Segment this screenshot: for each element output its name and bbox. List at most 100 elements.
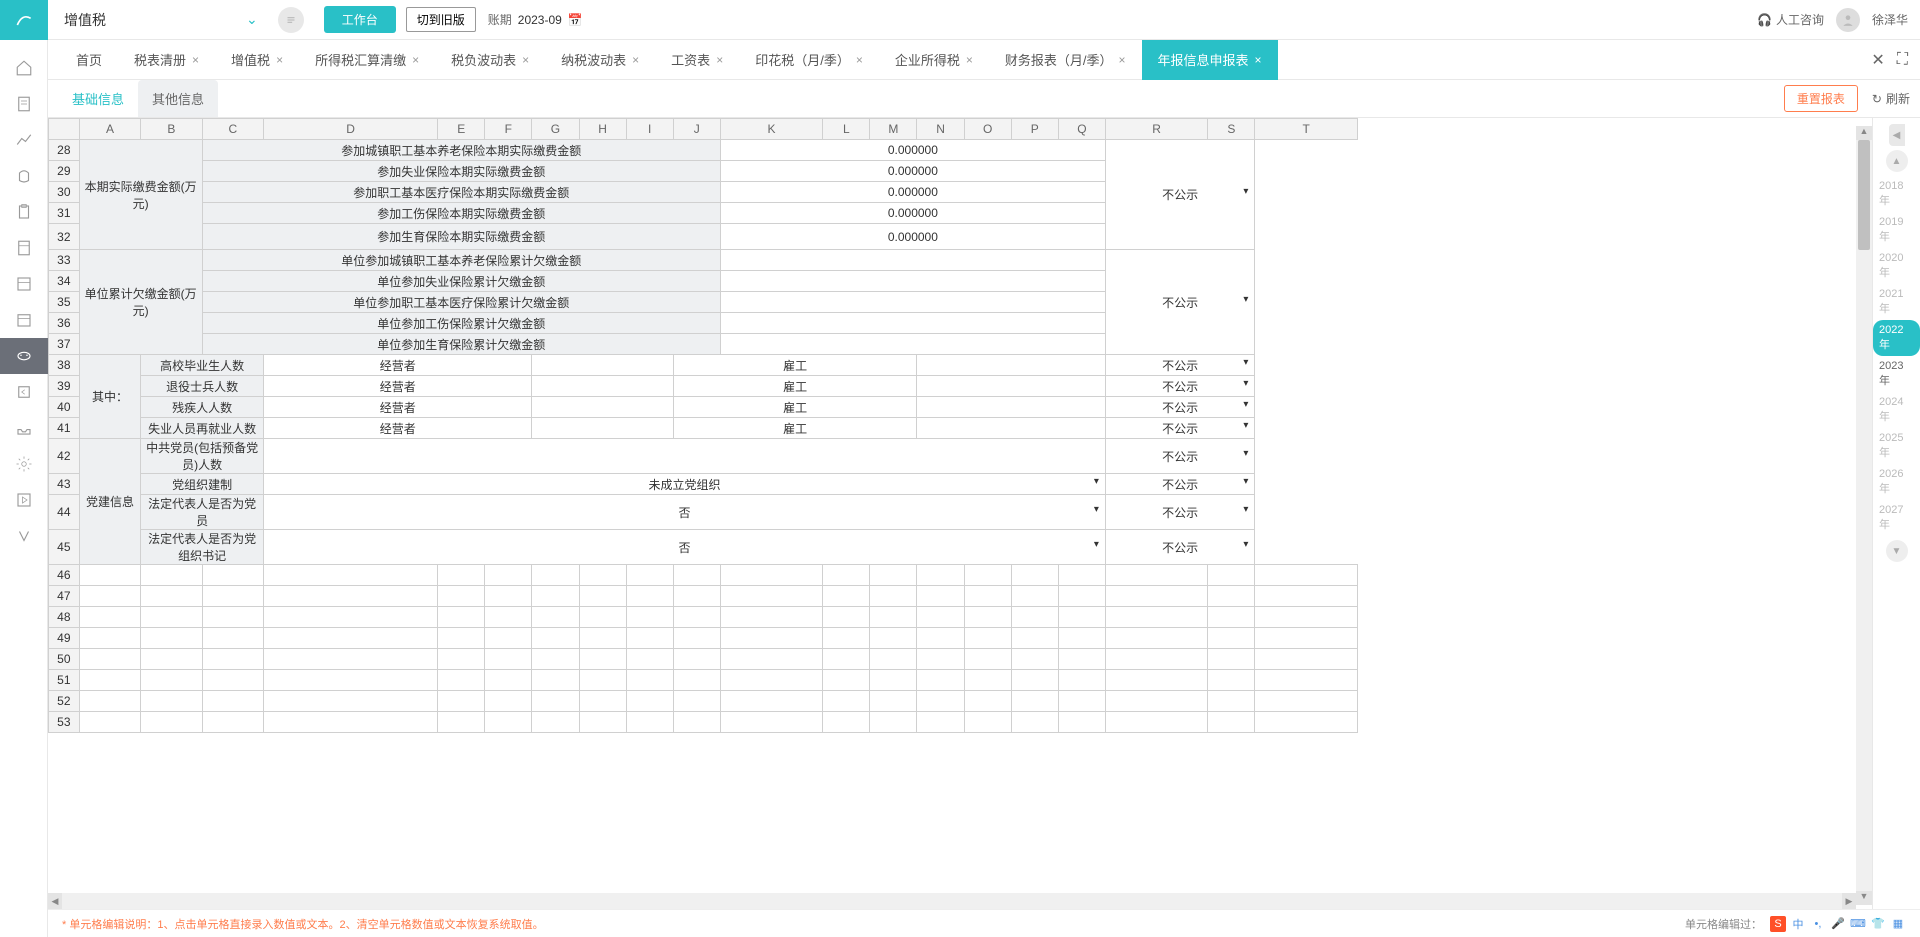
cell[interactable]	[823, 607, 870, 628]
cell[interactable]	[870, 670, 917, 691]
year-item[interactable]: 2018年	[1873, 176, 1920, 212]
year-down-icon[interactable]: ▼	[1886, 540, 1908, 562]
cell[interactable]: 51	[49, 670, 80, 691]
tab-tax-list[interactable]: 税表清册×	[118, 40, 215, 80]
cell[interactable]	[1105, 670, 1207, 691]
switch-version-button[interactable]: 切到旧版	[406, 7, 476, 32]
consult-button[interactable]: 🎧 人工咨询	[1757, 11, 1824, 28]
cell[interactable]	[532, 691, 579, 712]
cell[interactable]: 不公示	[1105, 418, 1255, 439]
cell[interactable]: 单位参加工伤保险累计欠缴金额	[202, 313, 720, 334]
col-header[interactable]: G	[532, 119, 579, 140]
cell[interactable]: 本期实际缴费金额(万元)	[79, 140, 202, 250]
cell[interactable]	[673, 565, 720, 586]
nav-doc-icon[interactable]	[0, 86, 48, 122]
tab-close-icon[interactable]: ×	[632, 53, 639, 67]
scroll-right-icon[interactable]: ▶	[1842, 893, 1856, 909]
cell[interactable]	[917, 565, 964, 586]
nav-active-icon[interactable]	[0, 338, 48, 374]
cell[interactable]	[1255, 565, 1358, 586]
tab-pay-fluctuation[interactable]: 纳税波动表×	[545, 40, 655, 80]
cell[interactable]	[1208, 712, 1255, 733]
cell[interactable]: 经营者	[264, 376, 532, 397]
cell[interactable]: 不公示	[1105, 250, 1255, 355]
cell[interactable]: 雇工	[673, 418, 917, 439]
cell[interactable]	[485, 586, 532, 607]
cell[interactable]	[870, 586, 917, 607]
cell[interactable]: 42	[49, 439, 80, 474]
subtab-other-info[interactable]: 其他信息	[138, 80, 218, 117]
cell[interactable]	[823, 670, 870, 691]
nav-clipboard-icon[interactable]	[0, 194, 48, 230]
tab-home[interactable]: 首页	[60, 40, 118, 80]
cell[interactable]	[532, 397, 673, 418]
cell[interactable]	[202, 628, 263, 649]
cell[interactable]	[202, 691, 263, 712]
cell[interactable]	[917, 649, 964, 670]
cell[interactable]: 单位参加失业保险累计欠缴金额	[202, 271, 720, 292]
cell[interactable]	[917, 607, 964, 628]
scroll-left-icon[interactable]: ◀	[48, 893, 62, 909]
cell[interactable]	[720, 292, 1105, 313]
cell[interactable]	[141, 691, 202, 712]
cell[interactable]	[1011, 565, 1058, 586]
col-header[interactable]: R	[1105, 119, 1207, 140]
year-up-icon[interactable]: ▲	[1886, 150, 1908, 172]
year-item[interactable]: 2020年	[1873, 248, 1920, 284]
cell[interactable]	[964, 628, 1011, 649]
cell[interactable]: 参加生育保险本期实际缴费金额	[202, 224, 720, 250]
title-dropdown-icon[interactable]: ⌄	[246, 11, 258, 28]
nav-calendar-icon[interactable]	[0, 302, 48, 338]
ime-s-icon[interactable]: S	[1770, 916, 1786, 932]
cell[interactable]	[438, 565, 485, 586]
cell[interactable]: 0.000000	[720, 140, 1105, 161]
cell[interactable]: 不公示	[1105, 530, 1255, 565]
cell[interactable]: 30	[49, 182, 80, 203]
cell[interactable]	[532, 628, 579, 649]
cell[interactable]	[720, 334, 1105, 355]
cell[interactable]	[720, 586, 822, 607]
ime-mic-icon[interactable]: 🎤	[1830, 916, 1846, 932]
nav-chart-icon[interactable]	[0, 122, 48, 158]
year-collapse-icon[interactable]: ◀	[1889, 124, 1905, 146]
cell[interactable]: 否	[264, 530, 1106, 565]
cell[interactable]: 党组织建制	[141, 474, 264, 495]
cell[interactable]: 45	[49, 530, 80, 565]
cell[interactable]: 法定代表人是否为党组织书记	[141, 530, 264, 565]
cell[interactable]	[720, 313, 1105, 334]
cell[interactable]	[532, 565, 579, 586]
cell[interactable]	[1255, 628, 1358, 649]
cell[interactable]	[264, 628, 438, 649]
cell[interactable]	[673, 712, 720, 733]
col-header[interactable]: M	[870, 119, 917, 140]
cell[interactable]	[485, 649, 532, 670]
cell[interactable]: 单位参加职工基本医疗保险累计欠缴金额	[202, 292, 720, 313]
year-item[interactable]: 2024年	[1873, 392, 1920, 428]
cell[interactable]	[579, 649, 626, 670]
cell[interactable]	[1255, 670, 1358, 691]
cell[interactable]	[720, 649, 822, 670]
cell[interactable]	[264, 712, 438, 733]
cell[interactable]	[532, 649, 579, 670]
cell[interactable]	[1011, 691, 1058, 712]
cell[interactable]	[1011, 649, 1058, 670]
cell[interactable]	[626, 628, 673, 649]
cell[interactable]	[79, 607, 140, 628]
tab-stamp-tax[interactable]: 印花税（月/季）×	[739, 40, 879, 80]
cell[interactable]	[532, 670, 579, 691]
cell[interactable]	[1255, 712, 1358, 733]
cell[interactable]	[626, 670, 673, 691]
col-header[interactable]: D	[264, 119, 438, 140]
cell[interactable]	[264, 586, 438, 607]
cell[interactable]: 其中：	[79, 355, 140, 439]
cell[interactable]	[917, 355, 1105, 376]
cell[interactable]	[1208, 586, 1255, 607]
nav-play-icon[interactable]	[0, 482, 48, 518]
col-header[interactable]: J	[673, 119, 720, 140]
cell[interactable]	[485, 691, 532, 712]
subtab-basic-info[interactable]: 基础信息	[58, 80, 138, 117]
col-header[interactable]: T	[1255, 119, 1358, 140]
tab-close-icon[interactable]: ×	[412, 53, 419, 67]
workspace-button[interactable]: 工作台	[324, 6, 396, 33]
year-item[interactable]: 2027年	[1873, 500, 1920, 536]
